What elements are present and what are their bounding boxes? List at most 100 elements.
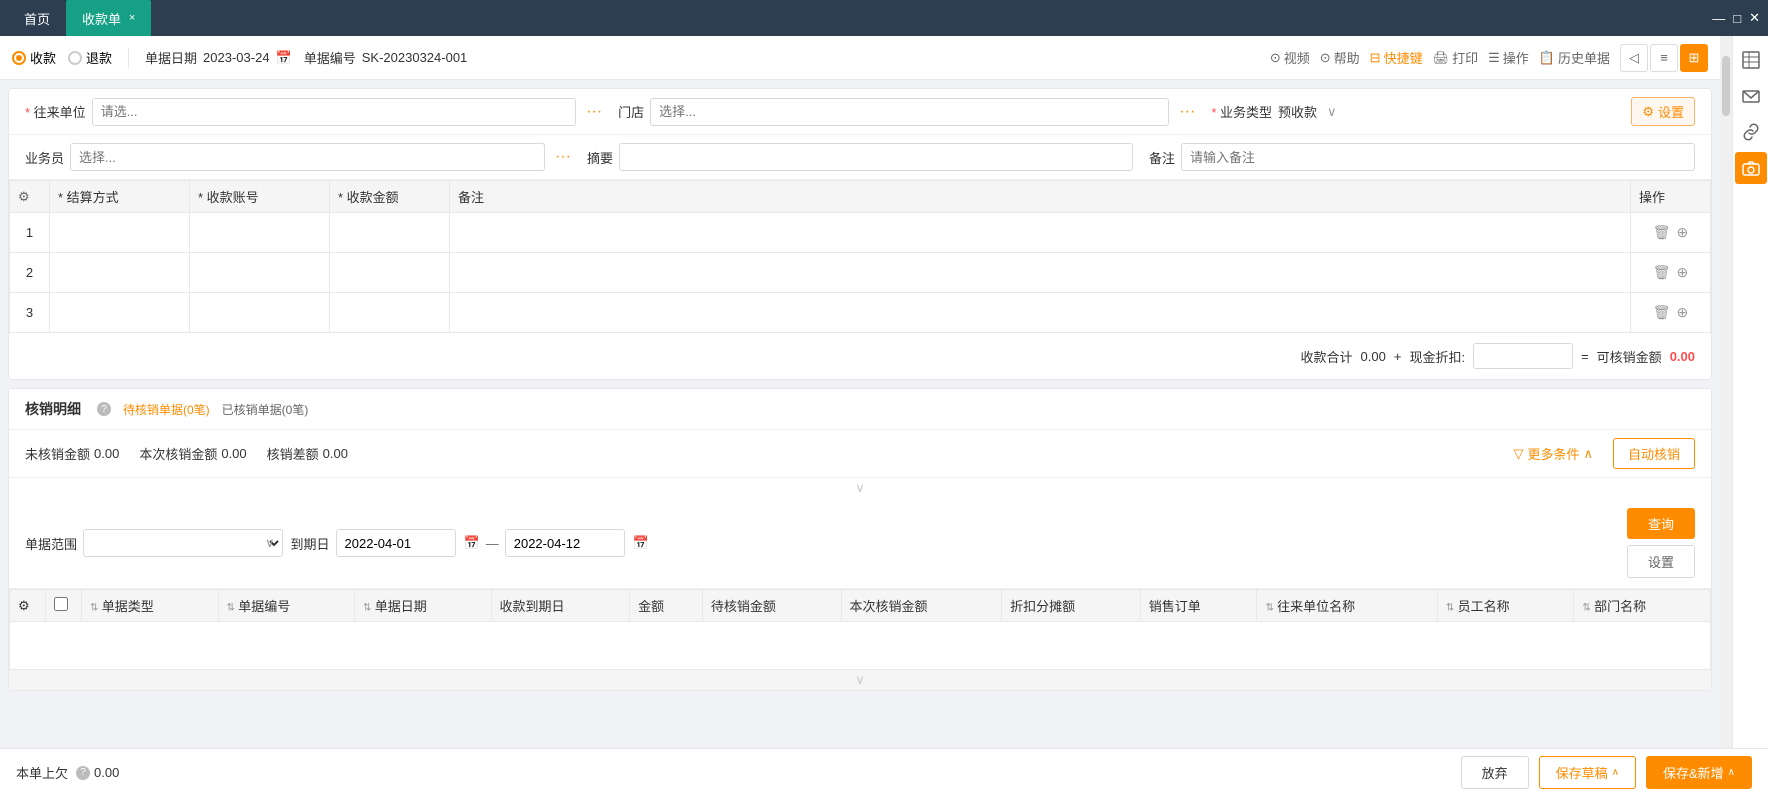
scroll-bar[interactable] [1720,36,1732,748]
row-remark-3[interactable] [450,293,1631,333]
calendar-icon[interactable]: 📅 [276,50,292,66]
tab-receipt[interactable]: 收款单 × [66,0,151,36]
counterpart-label: 往来单位 [25,102,86,121]
shortcut-action[interactable]: ⊟ 快捷键 [1370,48,1423,67]
more-conditions[interactable]: ▽ 更多条件 ∧ [1513,444,1593,463]
receipt-table: ⚙ * 结算方式 * 收款账号 * 收款金额 备注 操作 1 [9,180,1711,333]
note-input[interactable] [1181,143,1695,171]
settings-button[interactable]: ⚙ 设置 [1631,97,1695,126]
sidebar-link-icon[interactable] [1735,116,1767,148]
list-view-btn[interactable]: ≡ [1650,44,1678,72]
date-to-input[interactable] [505,529,625,557]
tab-receipt-label: 收款单 [82,9,121,28]
row-settle-1[interactable] [50,213,190,253]
tab-home[interactable]: 首页 [8,0,66,36]
bottom-bar: 本单上欠 ? 0.00 放弃 保存草稿 ∧ 保存&新增 ∧ [0,748,1768,796]
delete-icon-3[interactable]: 🗑 [1653,304,1671,321]
help-action[interactable]: ⊙ 帮助 [1320,48,1360,67]
detail-col-pending-header: 待核销金额 [702,590,841,622]
tab-close-icon[interactable]: × [129,12,135,24]
save-draft-label: 保存草稿 [1556,763,1608,782]
detail-pending-label: 待核销金额 [711,599,776,614]
row-account-2[interactable] [190,253,330,293]
unverified-amount: 未核销金额 0.00 [25,444,119,463]
radio-refund-label: 退款 [86,48,112,67]
operate-action[interactable]: ☰ 操作 [1488,48,1529,67]
save-new-button[interactable]: 保存&新增 ∧ [1646,756,1752,789]
info-icon[interactable]: ? [97,402,111,416]
discount-input[interactable] [1473,343,1573,369]
radio-receipt[interactable]: 收款 [12,48,56,67]
calendar-from-icon[interactable]: 📅 [464,535,480,551]
salesperson-more-icon[interactable]: ··· [555,148,571,166]
calendar-to-icon[interactable]: 📅 [633,535,649,551]
radio-refund[interactable]: 退款 [68,48,112,67]
sidebar-table-icon[interactable] [1735,44,1767,76]
detail-col-gear: ⚙ [10,590,46,622]
row-account-3[interactable] [190,293,330,333]
detail-col-sales-header: 销售订单 [1140,590,1257,622]
counterpart-more-icon[interactable]: ··· [586,103,602,121]
salesperson-input[interactable] [70,143,545,171]
minimize-btn[interactable]: — [1712,11,1725,26]
maximize-btn[interactable]: □ [1733,11,1741,26]
select-all-checkbox[interactable] [54,597,68,611]
row-amount-3[interactable] [330,293,450,333]
detail-gear-icon[interactable]: ⚙ [18,598,30,613]
operate-label: 操作 [1503,48,1529,67]
video-icon: ⊙ [1270,50,1281,66]
scroll-thumb[interactable] [1722,56,1730,116]
salesperson-field: 业务员 ··· [25,143,571,171]
video-action[interactable]: ⊙ 视频 [1270,48,1310,67]
detail-empty-row [10,622,1711,670]
business-type-arrow-icon[interactable]: ∨ [1327,104,1337,120]
row-remark-2[interactable] [450,253,1631,293]
row-amount-1[interactable] [330,213,450,253]
row-num-2: 2 [10,253,50,293]
print-icon: 🖨 [1433,50,1450,66]
pending-tab[interactable]: 待核销单据(0笔) [123,401,210,418]
counterpart-input[interactable] [92,98,576,126]
row-account-1[interactable] [190,213,330,253]
detail-col-discount-header: 折扣分摊额 [1002,590,1141,622]
detail-col-dept-header: ⇅ 部门名称 [1574,590,1711,622]
store-more-icon[interactable]: ··· [1179,103,1195,121]
sidebar-camera-icon[interactable] [1735,152,1767,184]
row-amount-2[interactable] [330,253,450,293]
sidebar-mail-icon[interactable] [1735,80,1767,112]
row-action-3: 🗑 ⊕ [1631,293,1711,333]
bottom-info-icon[interactable]: ? [76,766,90,780]
summary-input[interactable] [619,143,1133,171]
history-action[interactable]: 📋 历史单据 [1539,48,1610,67]
range-select[interactable] [83,529,283,557]
date-label: 单据日期 [145,48,197,67]
delete-icon-2[interactable]: 🗑 [1653,264,1671,281]
discard-button[interactable]: 放弃 [1461,756,1529,789]
prev-btn[interactable]: ◁ [1620,44,1648,72]
delete-icon-1[interactable]: 🗑 [1653,224,1671,241]
col-action-header: 操作 [1631,181,1711,213]
copy-icon-3[interactable]: ⊕ [1677,304,1689,321]
gear-icon[interactable]: ⚙ [18,189,30,204]
close-btn[interactable]: ✕ [1749,10,1760,26]
row-settle-3[interactable] [50,293,190,333]
print-action[interactable]: 🖨 打印 [1433,48,1479,67]
save-draft-button[interactable]: 保存草稿 ∧ [1539,756,1636,789]
copy-icon-1[interactable]: ⊕ [1677,224,1689,241]
copy-icon-2[interactable]: ⊕ [1677,264,1689,281]
store-input[interactable] [650,98,1169,126]
filter-settings-button[interactable]: 设置 [1627,545,1695,578]
auto-offset-btn[interactable]: 自动核销 [1613,438,1695,469]
row-settle-2[interactable] [50,253,190,293]
row-remark-1[interactable] [450,213,1631,253]
current-amount: 本次核销金额 0.00 [139,444,246,463]
collapse-handle[interactable]: ∨ [9,478,1711,498]
query-button[interactable]: 查询 [1627,508,1695,539]
date-from-input[interactable] [336,529,456,557]
completed-tab[interactable]: 已核销单据(0笔) [222,401,309,418]
grid-view-btn[interactable]: ⊞ [1680,44,1708,72]
empty-cell [10,622,1711,670]
bottom-label: 本单上欠 [16,763,68,782]
range-label: 单据范围 [25,534,77,553]
note-field: 备注 [1149,143,1695,171]
